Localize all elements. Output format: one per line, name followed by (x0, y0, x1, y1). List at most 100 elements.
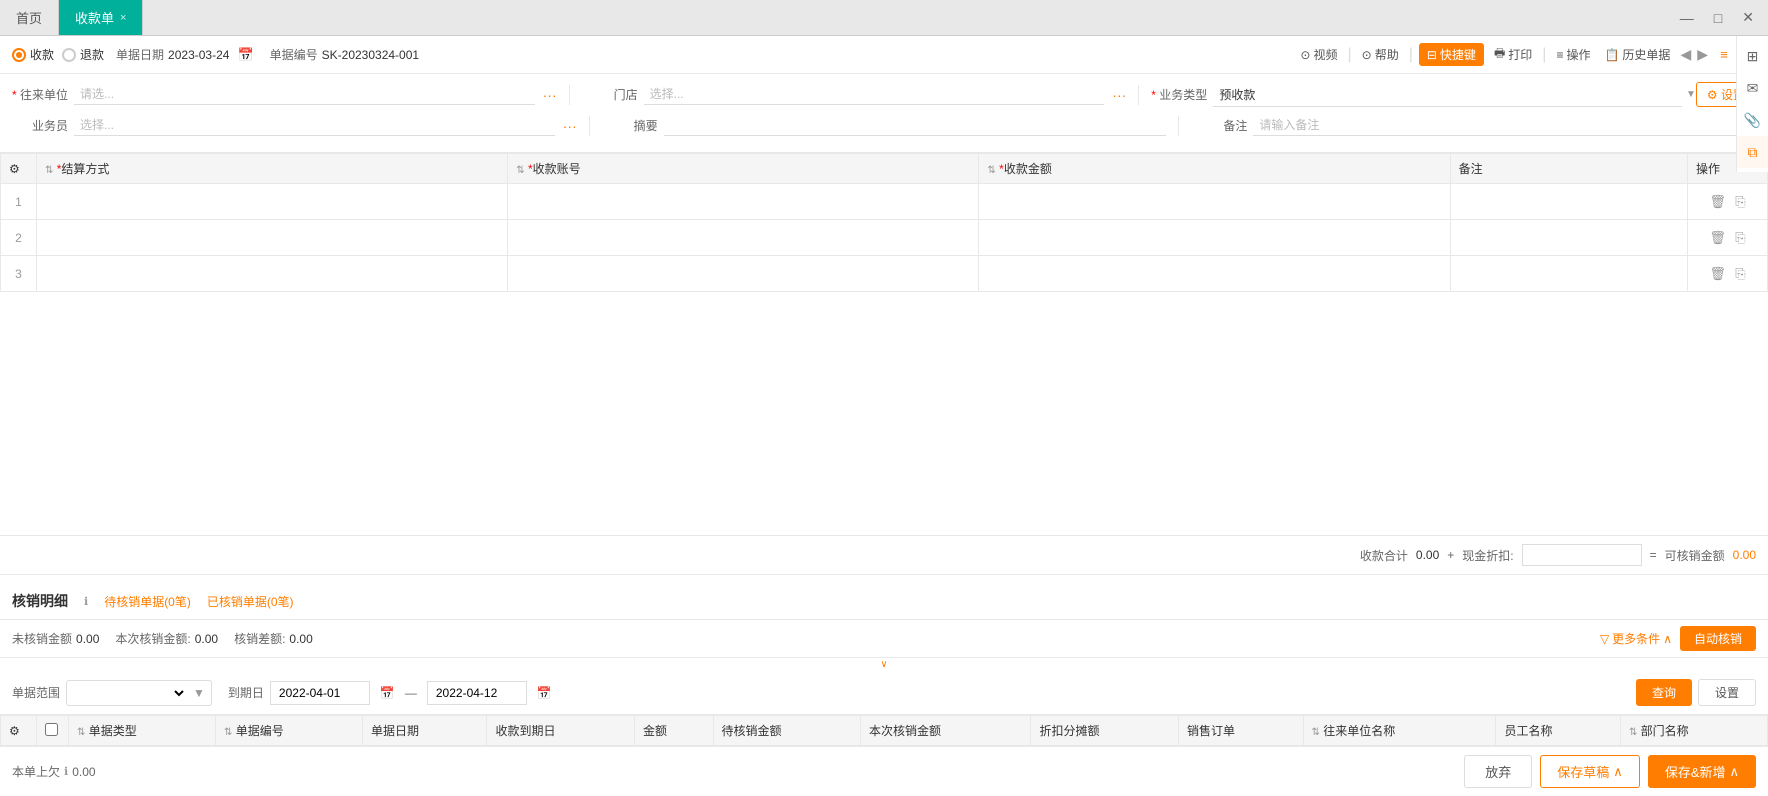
summary-label: 摘要 (602, 117, 658, 134)
abandon-button[interactable]: 放弃 (1464, 755, 1532, 788)
table-row: 2 🗑 ⎘ (1, 220, 1768, 256)
verif-table: ⚙ ⇅ 单据类型 ⇅ 单据编号 单据日期 收款到期日 金额 待核销金额 本次核销… (0, 715, 1768, 746)
toolbar-row: 收款 退款 单据日期 2023-03-24 📅 单据编号 SK-20230324… (0, 36, 1768, 74)
sidebar-mail-icon[interactable]: ✉ (1737, 72, 1768, 104)
select-all-checkbox[interactable] (45, 723, 58, 736)
remark-input[interactable] (1253, 115, 1756, 136)
row-copy-icon[interactable]: ⎘ (1735, 230, 1745, 245)
row-delete-icon[interactable]: 🗑 (1709, 194, 1726, 209)
video-btn[interactable]: ⊙ 视频 (1296, 44, 1341, 65)
help-btn[interactable]: ⊙ 帮助 (1358, 44, 1403, 65)
prev-arrow[interactable]: ◀ (1680, 46, 1691, 63)
counterpart-more-btn[interactable]: ··· (543, 87, 557, 103)
query-button[interactable]: 查询 (1636, 679, 1692, 706)
doc-type-radio: 收款 退款 (12, 46, 104, 63)
search-settings-button[interactable]: 设置 (1698, 679, 1756, 706)
verif-info-row: 未核销金额 0.00 本次核销金额: 0.00 核销差额: 0.00 ▽ 更多条… (0, 620, 1768, 658)
close-button[interactable]: ✕ (1736, 7, 1760, 28)
table-gear-header[interactable]: ⚙ (1, 154, 37, 184)
date-to-icon[interactable]: 📅 (537, 686, 552, 700)
tab-close-icon[interactable]: × (120, 12, 126, 24)
salesperson-input[interactable] (74, 115, 555, 136)
save-draft-button[interactable]: 保存草稿 ∧ (1540, 755, 1640, 788)
bottom-actions: 放弃 保存草稿 ∧ 保存&新增 ∧ (1464, 755, 1756, 788)
form-area: 往来单位 ··· 门店 ··· 业务类型 预收款 ▼ ⚙ 设置 (0, 74, 1768, 153)
radio-refund[interactable]: 退款 (62, 46, 104, 63)
minimize-button[interactable]: — (1674, 8, 1700, 28)
receipt-table: ⚙ ⇅ *结算方式 ⇅ *收款账号 ⇅ *收款金额 备注 操作 1 🗑 (0, 153, 1768, 292)
row-copy-icon[interactable]: ⎘ (1735, 194, 1745, 209)
summary-field: 摘要 (602, 115, 1167, 136)
auto-verif-button[interactable]: 自动核销 (1680, 626, 1756, 651)
history-btn[interactable]: 📋 历史单据 (1600, 44, 1674, 65)
salesperson-field: 业务员 ··· (12, 115, 577, 136)
table-row: 3 🗑 ⎘ (1, 256, 1768, 292)
summary-input[interactable] (664, 115, 1167, 136)
calendar-icon[interactable]: 📅 (233, 45, 257, 65)
row-copy-icon[interactable]: ⎘ (1735, 266, 1745, 281)
print-btn[interactable]: 🖶 打印 (1490, 42, 1536, 67)
range-field: 单据范围 ▼ (12, 680, 212, 706)
date-from-icon[interactable]: 📅 (380, 686, 395, 700)
next-arrow[interactable]: ▶ (1697, 46, 1708, 63)
bottom-bar: 本单上欠 ℹ 0.00 放弃 保存草稿 ∧ 保存&新增 ∧ (0, 746, 1768, 796)
tab-done-verif[interactable]: 已核销单据(0笔) (207, 593, 294, 610)
th-counterpart-name: ⇅ 往来单位名称 (1303, 716, 1496, 746)
discount-input[interactable] (1522, 544, 1642, 566)
store-field: 门店 ··· (582, 84, 1127, 105)
remark-field: 备注 (1191, 115, 1756, 136)
save-new-arrow[interactable]: ∧ (1729, 764, 1739, 780)
salesperson-label: 业务员 (12, 117, 68, 134)
maximize-button[interactable]: □ (1708, 8, 1728, 28)
receipt-table-area: ⚙ ⇅ *结算方式 ⇅ *收款账号 ⇅ *收款金额 备注 操作 1 🗑 (0, 153, 1768, 536)
row-delete-icon[interactable]: 🗑 (1709, 230, 1726, 245)
ops-btn[interactable]: ≡ 操作 (1552, 44, 1594, 65)
range-select-arrow[interactable]: ▼ (187, 682, 211, 704)
doc-date-field: 单据日期 2023-03-24 📅 (116, 45, 258, 65)
radio-receipt[interactable]: 收款 (12, 46, 54, 63)
th-amount: 金额 (634, 716, 713, 746)
store-input[interactable] (644, 84, 1105, 105)
th-gear-verif[interactable]: ⚙ (1, 716, 37, 746)
store-more-btn[interactable]: ··· (1112, 87, 1126, 103)
form-row-1: 往来单位 ··· 门店 ··· 业务类型 预收款 ▼ ⚙ 设置 (12, 82, 1756, 107)
th-current-amount: 本次核销金额 (861, 716, 1031, 746)
toolbar-right: ⊙ 视频 | ⊙ 帮助 | ⊟ 快捷键 🖶 打印 | ≡ 操作 (1296, 42, 1756, 67)
right-sidebar: ⊞ ✉ 📎 ⧉ (1736, 36, 1768, 172)
search-actions: 查询 设置 (1636, 679, 1756, 706)
more-filter-btn[interactable]: ▽ 更多条件 ∧ (1600, 630, 1672, 647)
th-doc-num: ⇅ 单据编号 (215, 716, 362, 746)
verif-title: 核销明细 (12, 591, 68, 611)
bottom-info-icon[interactable]: ℹ (64, 765, 68, 778)
verification-section: 核销明细 ℹ 待核销单据(0笔) 已核销单据(0笔) 未核销金额 0.00 本次… (0, 583, 1768, 746)
save-draft-arrow[interactable]: ∧ (1613, 764, 1623, 780)
counterpart-label: 往来单位 (12, 86, 68, 103)
biz-type-dropdown-icon[interactable]: ▼ (1686, 89, 1696, 100)
radio-dot-receipt (12, 48, 26, 62)
help-icon: ⊙ (1362, 48, 1372, 62)
row-delete-icon[interactable]: 🗑 (1709, 266, 1726, 281)
biz-type-value[interactable]: 预收款 (1213, 83, 1682, 107)
print-icon: 🖶 (1494, 44, 1505, 65)
list-view-icon[interactable]: ≡ (1714, 45, 1734, 65)
verif-info-icon[interactable]: ℹ (84, 595, 88, 608)
tab-receipt[interactable]: 收款单 × (59, 0, 143, 35)
keyboard-icon: ⊟ (1427, 48, 1437, 62)
salesperson-more-btn[interactable]: ··· (563, 118, 577, 134)
window-controls: — □ ✕ (1674, 7, 1768, 28)
verif-table-area: ⚙ ⇅ 单据类型 ⇅ 单据编号 单据日期 收款到期日 金额 待核销金额 本次核销… (0, 715, 1768, 746)
date-to-input[interactable] (427, 681, 527, 705)
save-new-button[interactable]: 保存&新增 ∧ (1648, 755, 1756, 788)
th-dept: ⇅ 部门名称 (1620, 716, 1767, 746)
due-date-field: 到期日 📅 — 📅 (228, 681, 552, 705)
date-from-input[interactable] (270, 681, 370, 705)
sidebar-screenshot-icon[interactable]: ⧉ (1737, 136, 1768, 168)
range-select[interactable] (67, 681, 187, 705)
sidebar-table-icon[interactable]: ⊞ (1737, 40, 1768, 72)
shortcut-btn[interactable]: ⊟ 快捷键 (1419, 43, 1484, 66)
tab-home[interactable]: 首页 (0, 0, 59, 35)
tab-pending-verif[interactable]: 待核销单据(0笔) (104, 593, 191, 610)
counterpart-input[interactable] (74, 84, 535, 105)
sidebar-attach-icon[interactable]: 📎 (1737, 104, 1768, 136)
chevron-up-icon: ∧ (1663, 632, 1672, 646)
